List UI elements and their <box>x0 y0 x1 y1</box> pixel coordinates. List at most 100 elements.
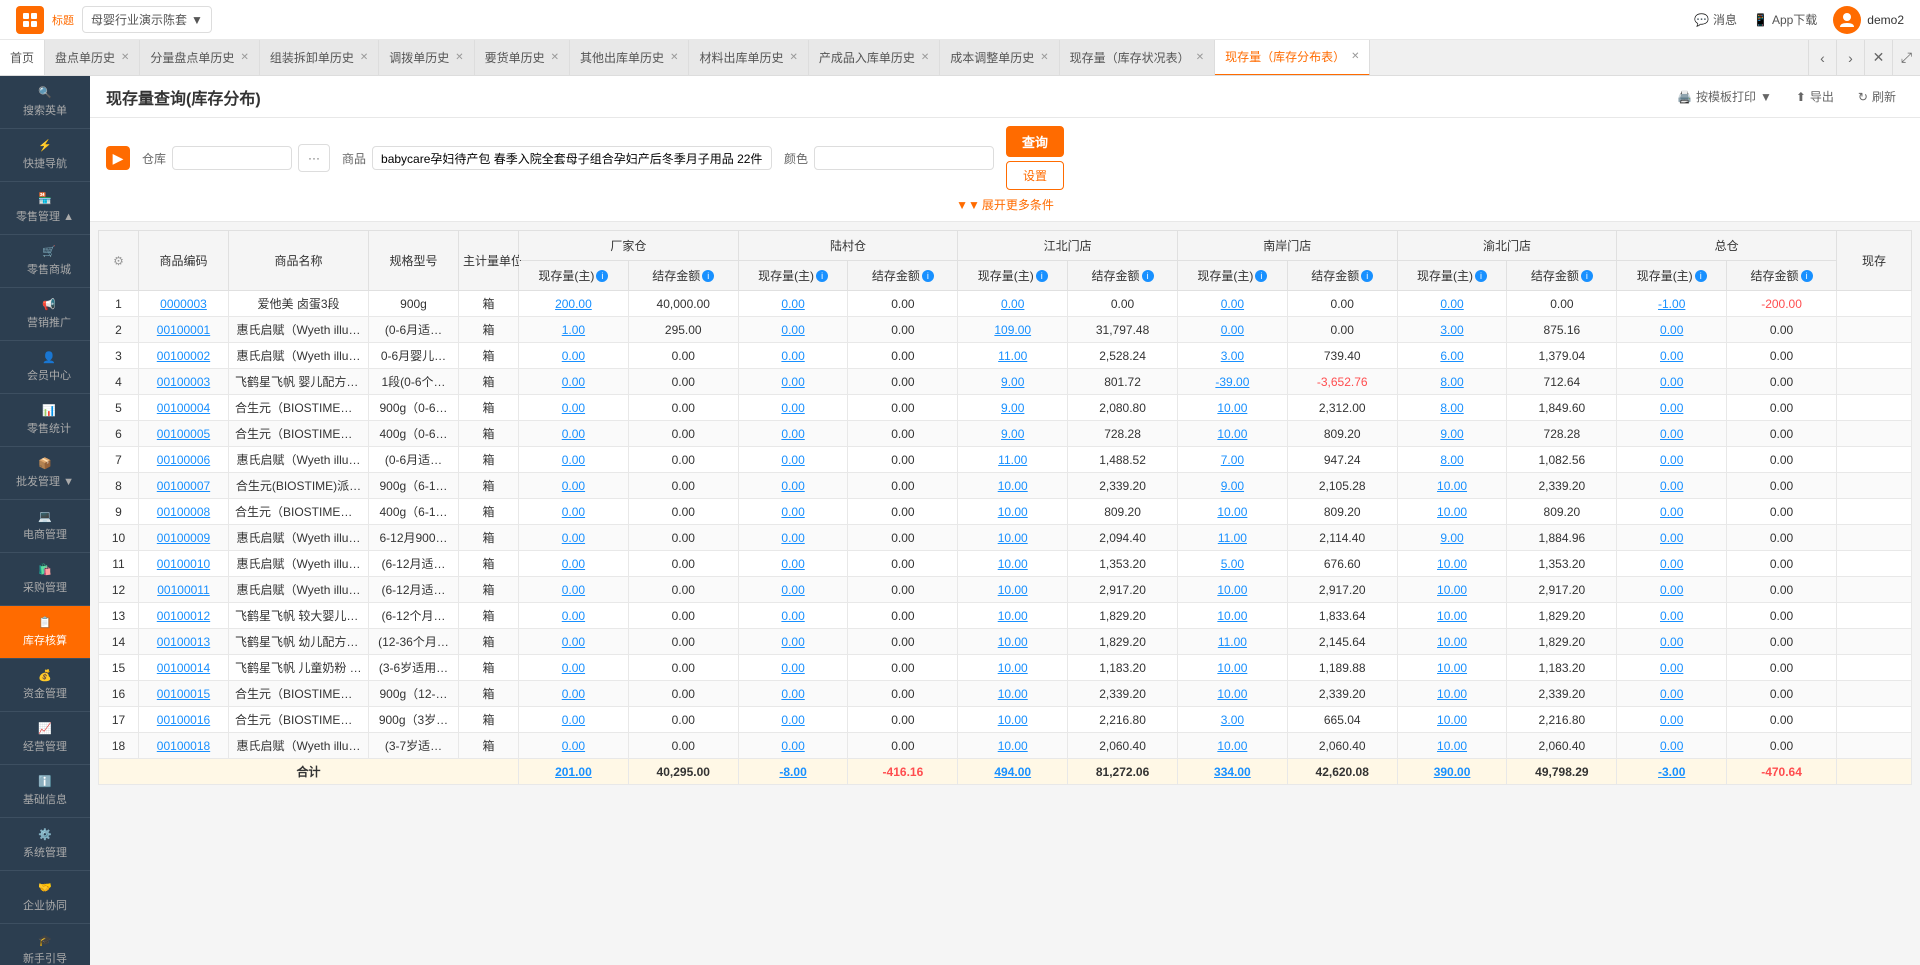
sidebar-item-system[interactable]: ⚙️ 系统管理 <box>0 818 90 871</box>
goods-input[interactable] <box>372 146 772 170</box>
table-cell[interactable]: 10.00 <box>958 551 1068 577</box>
table-cell[interactable]: 8.00 <box>1397 447 1507 473</box>
sidebar-item-ops[interactable]: 📈 经营管理 <box>0 712 90 765</box>
table-cell[interactable]: 0.00 <box>738 603 848 629</box>
table-cell[interactable]: 0.00 <box>1177 291 1287 317</box>
warehouse-dots-btn[interactable]: ··· <box>298 144 330 172</box>
table-cell[interactable]: 0.00 <box>738 681 848 707</box>
tab-cailiaochu[interactable]: 材料出库单历史 ✕ <box>689 40 808 76</box>
info-icon[interactable]: i <box>1255 270 1267 282</box>
table-cell[interactable]: 00100005 <box>139 421 229 447</box>
table-cell[interactable]: 0.00 <box>1617 707 1727 733</box>
table-cell[interactable]: 0.00 <box>958 291 1068 317</box>
info-icon[interactable]: i <box>702 270 714 282</box>
table-cell[interactable]: 00100010 <box>139 551 229 577</box>
sidebar-item-member[interactable]: 👤 会员中心 <box>0 341 90 394</box>
warehouse-input[interactable] <box>172 146 292 170</box>
filter-toggle-btn[interactable]: ▶ <box>106 146 130 170</box>
app-download-btn[interactable]: 📱 App下载 <box>1753 11 1817 28</box>
table-cell[interactable]: 8.00 <box>1397 369 1507 395</box>
table-cell[interactable]: 10.00 <box>958 733 1068 759</box>
table-cell[interactable]: 10.00 <box>958 681 1068 707</box>
tab-kucun-zhuang[interactable]: 现存量（库存状况表） ✕ <box>1060 40 1215 76</box>
export-btn[interactable]: ⬆ 导出 <box>1788 84 1842 109</box>
table-cell[interactable]: 0.00 <box>1617 395 1727 421</box>
table-cell[interactable]: 0.00 <box>1617 421 1727 447</box>
table-cell[interactable]: 0.00 <box>1617 577 1727 603</box>
table-cell[interactable]: 10.00 <box>958 707 1068 733</box>
table-cell[interactable]: 0.00 <box>519 655 629 681</box>
info-icon[interactable]: i <box>1801 270 1813 282</box>
table-cell[interactable]: 0.00 <box>1397 291 1507 317</box>
table-cell[interactable]: 0.00 <box>1617 629 1727 655</box>
table-cell[interactable]: 10.00 <box>1177 655 1287 681</box>
sidebar-item-collab[interactable]: 🤝 企业协同 <box>0 871 90 924</box>
summary-yubeibei-num[interactable]: 390.00 <box>1397 759 1507 785</box>
table-cell[interactable]: 0.00 <box>1617 551 1727 577</box>
table-cell[interactable]: 00100006 <box>139 447 229 473</box>
table-cell[interactable]: 6.00 <box>1397 343 1507 369</box>
setting-btn[interactable]: 设置 <box>1006 161 1064 190</box>
expand-conditions-btn[interactable]: ▼▼ 展开更多条件 <box>956 196 1054 213</box>
sidebar-item-search[interactable]: 🔍 搜索英单 <box>0 76 90 129</box>
tab-close-icon[interactable]: ✕ <box>789 52 797 63</box>
table-cell[interactable]: 0.00 <box>1617 525 1727 551</box>
info-icon[interactable]: i <box>816 270 828 282</box>
table-cell[interactable]: 0.00 <box>519 551 629 577</box>
table-cell[interactable]: 10.00 <box>1397 655 1507 681</box>
tab-close-icon[interactable]: ✕ <box>1040 52 1048 63</box>
sidebar-item-wholesale[interactable]: 📦 批发管理 ▼ <box>0 447 90 500</box>
tab-zuchai[interactable]: 组装拆卸单历史 ✕ <box>260 40 379 76</box>
table-cell[interactable]: -39.00 <box>1177 369 1287 395</box>
table-cell[interactable]: 10.00 <box>1177 421 1287 447</box>
table-cell[interactable]: 0.00 <box>738 421 848 447</box>
table-cell[interactable]: 0.00 <box>519 577 629 603</box>
summary-luchen-num[interactable]: -8.00 <box>738 759 848 785</box>
table-cell[interactable]: 00100007 <box>139 473 229 499</box>
message-btn[interactable]: 💬 消息 <box>1694 11 1737 28</box>
table-cell[interactable]: 10.00 <box>1397 629 1507 655</box>
tab-close-icon[interactable]: ✕ <box>670 52 678 63</box>
table-cell[interactable]: 0.00 <box>1617 343 1727 369</box>
table-cell[interactable]: 9.00 <box>958 395 1068 421</box>
print-btn[interactable]: 🖨️ 按模板打印 ▼ <box>1669 84 1780 109</box>
tab-close-all-btn[interactable]: ✕ <box>1864 40 1892 76</box>
table-cell[interactable]: 10.00 <box>1397 473 1507 499</box>
table-cell[interactable]: 0.00 <box>1617 733 1727 759</box>
table-cell[interactable]: 00100002 <box>139 343 229 369</box>
query-btn[interactable]: 查询 <box>1006 126 1064 157</box>
refresh-btn[interactable]: ↻ 刷新 <box>1850 84 1904 109</box>
info-icon[interactable]: i <box>1475 270 1487 282</box>
table-cell[interactable]: 0.00 <box>519 733 629 759</box>
nav-selector[interactable]: 母婴行业演示陈套 ▼ <box>82 6 212 33</box>
table-cell[interactable]: 00100001 <box>139 317 229 343</box>
table-cell[interactable]: 0.00 <box>738 473 848 499</box>
sidebar-item-inventory[interactable]: 📋 库存核算 <box>0 606 90 659</box>
table-cell[interactable]: 0.00 <box>738 733 848 759</box>
table-cell[interactable]: 0.00 <box>1617 655 1727 681</box>
sidebar-item-quicknav[interactable]: ⚡ 快捷导航 <box>0 129 90 182</box>
table-cell[interactable]: 10.00 <box>958 603 1068 629</box>
table-cell[interactable]: 10.00 <box>1177 577 1287 603</box>
table-cell[interactable]: 0000003 <box>139 291 229 317</box>
table-cell[interactable]: 0.00 <box>738 655 848 681</box>
table-cell[interactable]: 10.00 <box>1177 395 1287 421</box>
table-cell[interactable]: 0.00 <box>1617 447 1727 473</box>
table-cell[interactable]: 10.00 <box>958 655 1068 681</box>
info-icon[interactable]: i <box>596 270 608 282</box>
table-cell[interactable]: 10.00 <box>1177 733 1287 759</box>
tab-expand-btn[interactable]: ⤢ <box>1892 40 1920 76</box>
tab-prev-btn[interactable]: ‹ <box>1808 40 1836 76</box>
sidebar-item-finance[interactable]: 💰 资金管理 <box>0 659 90 712</box>
sidebar-item-mall[interactable]: 🛒 零售商城 <box>0 235 90 288</box>
table-cell[interactable]: 0.00 <box>519 603 629 629</box>
table-cell[interactable]: 11.00 <box>958 343 1068 369</box>
table-cell[interactable]: 0.00 <box>738 499 848 525</box>
info-icon[interactable]: i <box>1142 270 1154 282</box>
tab-close-icon[interactable]: ✕ <box>921 52 929 63</box>
table-cell[interactable]: 10.00 <box>958 473 1068 499</box>
table-cell[interactable]: 7.00 <box>1177 447 1287 473</box>
table-cell[interactable]: 3.00 <box>1177 343 1287 369</box>
table-cell[interactable]: 10.00 <box>1397 551 1507 577</box>
table-cell[interactable]: 109.00 <box>958 317 1068 343</box>
